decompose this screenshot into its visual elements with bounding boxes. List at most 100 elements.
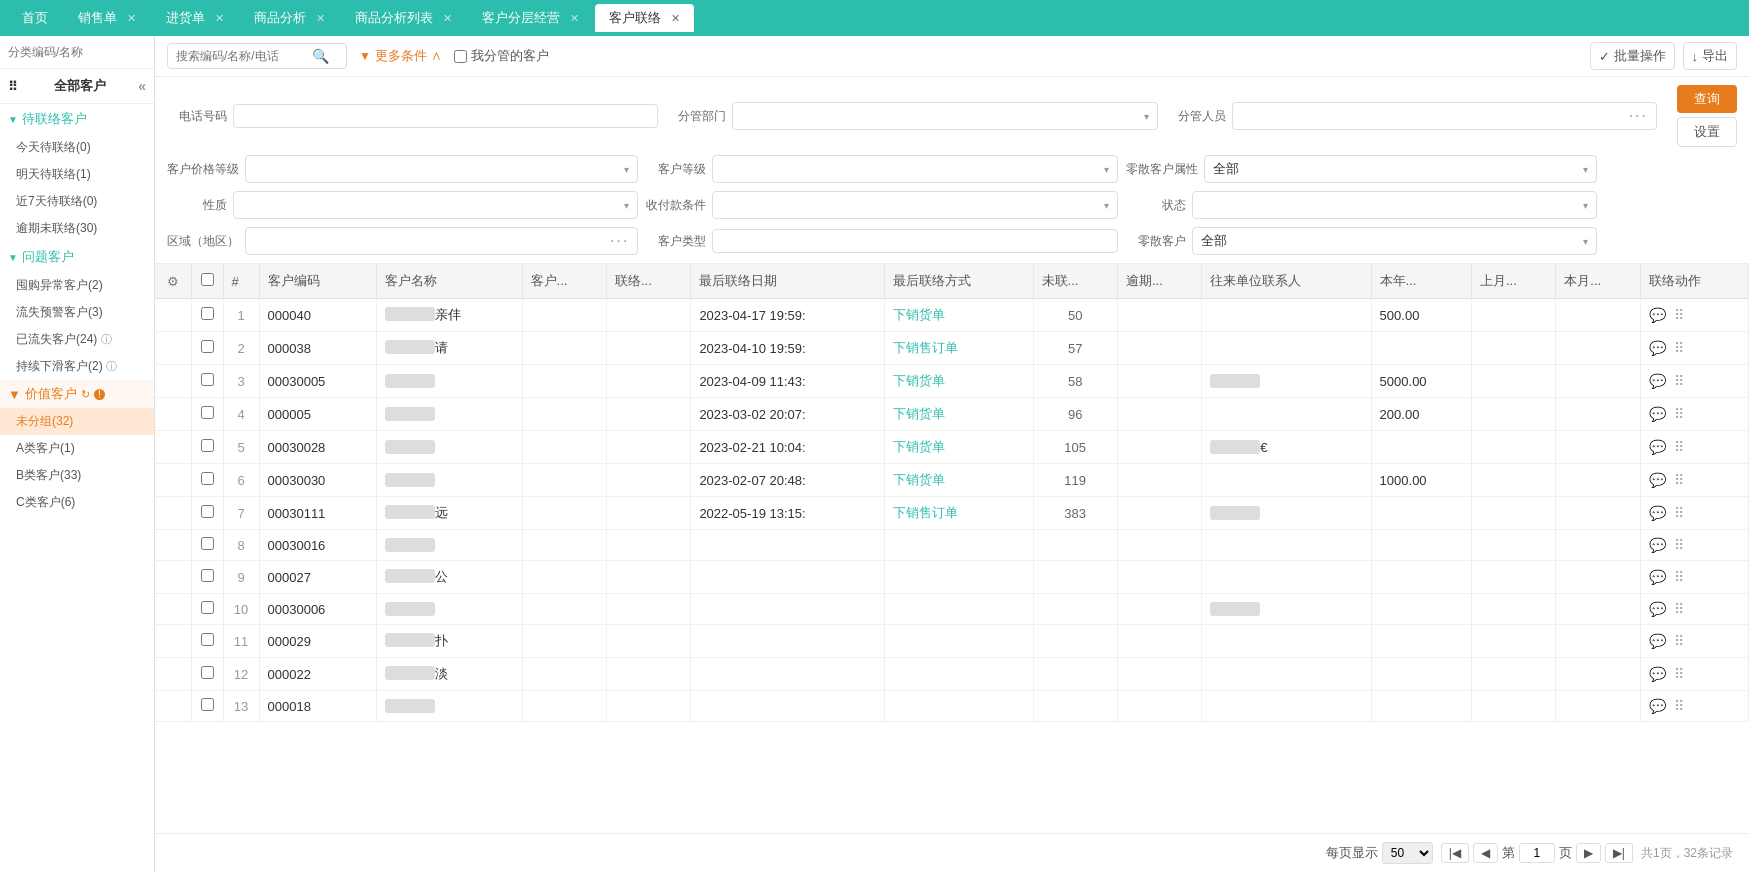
next-page-btn[interactable]: ▶ [1576,843,1601,863]
prev-page-btn[interactable]: ◀ [1473,843,1498,863]
col-this-year[interactable]: 本年... [1371,264,1471,299]
sidebar-item-class-c[interactable]: C类客户(6) [0,489,154,516]
filter-manager-input[interactable]: ··· [1232,102,1657,130]
filter-search-icon[interactable]: 🔍 [312,48,329,64]
row-phone-icon-8[interactable]: 💬 [1649,569,1666,585]
row-grid-icon-9[interactable]: ⠿ [1674,601,1684,617]
sidebar-item-class-a[interactable]: A类客户(1) [0,435,154,462]
row-checkbox-6[interactable] [191,497,223,530]
filter-phone-input[interactable] [233,104,658,128]
row-last-type-4[interactable]: 下销货单 [884,431,1033,464]
sidebar-group-value-customers[interactable]: ▼ 价值客户 ↻ ! [0,380,154,408]
row-last-type-0[interactable]: 下销货单 [884,299,1033,332]
row-last-type-11[interactable] [884,658,1033,691]
row-checkbox-9[interactable] [191,594,223,625]
row-checkbox-7[interactable] [191,530,223,561]
tab-sales-order[interactable]: 销售单 ✕ [64,4,150,32]
row-last-type-10[interactable] [884,625,1033,658]
tab-product-analysis-list[interactable]: 商品分析列表 ✕ [341,4,466,32]
row-grid-icon-2[interactable]: ⠿ [1674,373,1684,389]
row-checkbox-input-12[interactable] [201,698,214,711]
batch-ops-button[interactable]: ✓ 批量操作 [1590,42,1675,70]
more-conditions-btn[interactable]: ▼ 更多条件 ∧ [359,47,442,65]
row-grid-icon-11[interactable]: ⠿ [1674,666,1684,682]
row-grid-icon-1[interactable]: ⠿ [1674,340,1684,356]
row-phone-icon-7[interactable]: 💬 [1649,537,1666,553]
row-checkbox-2[interactable] [191,365,223,398]
row-last-type-3[interactable]: 下销货单 [884,398,1033,431]
row-checkbox-input-2[interactable] [201,373,214,386]
sidebar-item-7day-pending[interactable]: 近7天待联络(0) [0,188,154,215]
col-type[interactable]: 客户... [522,264,606,299]
row-checkbox-12[interactable] [191,691,223,722]
col-no-contact-days[interactable]: 未联... [1033,264,1117,299]
tab-customer-contact-close[interactable]: ✕ [671,12,680,25]
sidebar-item-tomorrow-pending[interactable]: 明天待联络(1) [0,161,154,188]
row-phone-icon-5[interactable]: 💬 [1649,472,1666,488]
row-phone-icon-2[interactable]: 💬 [1649,373,1666,389]
filter-dept-select[interactable]: ▾ [732,102,1157,130]
row-phone-icon-1[interactable]: 💬 [1649,340,1666,356]
tab-product-analysis-close[interactable]: ✕ [316,12,325,25]
per-page-select[interactable]: 20 50 100 [1382,842,1433,864]
row-checkbox-4[interactable] [191,431,223,464]
sidebar-item-today-pending[interactable]: 今天待联络(0) [0,134,154,161]
tab-purchase-order-close[interactable]: ✕ [215,12,224,25]
row-checkbox-11[interactable] [191,658,223,691]
filter-retail-customer-select[interactable]: 全部 ▾ [1192,227,1597,255]
row-phone-icon-0[interactable]: 💬 [1649,307,1666,323]
tab-home[interactable]: 首页 [8,4,62,32]
col-this-month[interactable]: 本月... [1556,264,1640,299]
sidebar-group-problem-customers[interactable]: ▼ 问题客户 [0,242,154,272]
select-all-checkbox[interactable] [201,273,214,286]
row-checkbox-5[interactable] [191,464,223,497]
my-customers-checkbox[interactable] [454,50,467,63]
col-unit-contact[interactable]: 往来单位联系人 [1202,264,1371,299]
filter-payment-select[interactable]: ▾ [712,191,1117,219]
sidebar-item-ungroup[interactable]: 未分组(32) [0,408,154,435]
page-number-input[interactable] [1519,843,1555,863]
row-last-type-2[interactable]: 下销货单 [884,365,1033,398]
col-code[interactable]: 客户编码 [259,264,376,299]
row-grid-icon-5[interactable]: ⠿ [1674,472,1684,488]
sidebar-search-input[interactable] [8,45,155,59]
row-checkbox-input-8[interactable] [201,569,214,582]
row-last-type-1[interactable]: 下销售订单 [884,332,1033,365]
filter-price-level-select[interactable]: ▾ [245,155,638,183]
row-phone-icon-6[interactable]: 💬 [1649,505,1666,521]
row-last-type-12[interactable] [884,691,1033,722]
tab-product-analysis[interactable]: 商品分析 ✕ [240,4,339,32]
filter-region-input[interactable]: ··· [245,227,638,255]
row-grid-icon-8[interactable]: ⠿ [1674,569,1684,585]
filter-status-select[interactable]: ▾ [1192,191,1597,219]
sidebar-refresh-icon[interactable]: ↻ [81,388,90,401]
row-checkbox-input-0[interactable] [201,307,214,320]
row-phone-icon-12[interactable]: 💬 [1649,698,1666,714]
filter-retail-attr-select[interactable]: 全部 ▾ [1204,155,1597,183]
tab-customer-contact[interactable]: 客户联络 ✕ [595,4,694,32]
row-grid-icon-6[interactable]: ⠿ [1674,505,1684,521]
first-page-btn[interactable]: |◀ [1441,843,1469,863]
search-button[interactable]: 查询 [1677,85,1737,113]
row-last-type-9[interactable] [884,594,1033,625]
row-checkbox-3[interactable] [191,398,223,431]
sidebar-item-declining[interactable]: 持续下滑客户(2) ⓘ [0,353,154,380]
sidebar-item-churned[interactable]: 已流失客户(24) ⓘ [0,326,154,353]
row-grid-icon-10[interactable]: ⠿ [1674,633,1684,649]
row-checkbox-input-5[interactable] [201,472,214,485]
row-grid-icon-3[interactable]: ⠿ [1674,406,1684,422]
sidebar-group-pending-contact[interactable]: ▼ 待联络客户 [0,104,154,134]
sidebar-item-churn-warning[interactable]: 流失预警客户(3) [0,299,154,326]
row-grid-icon-0[interactable]: ⠿ [1674,307,1684,323]
row-last-type-7[interactable] [884,530,1033,561]
filter-customer-level-select[interactable]: ▾ [712,155,1117,183]
row-phone-icon-3[interactable]: 💬 [1649,406,1666,422]
row-grid-icon-4[interactable]: ⠿ [1674,439,1684,455]
tab-purchase-order[interactable]: 进货单 ✕ [152,4,238,32]
row-checkbox-10[interactable] [191,625,223,658]
col-last-contact-type[interactable]: 最后联络方式 [884,264,1033,299]
row-last-type-6[interactable]: 下销售订单 [884,497,1033,530]
row-phone-icon-9[interactable]: 💬 [1649,601,1666,617]
col-checkbox[interactable] [191,264,223,299]
row-checkbox-input-3[interactable] [201,406,214,419]
